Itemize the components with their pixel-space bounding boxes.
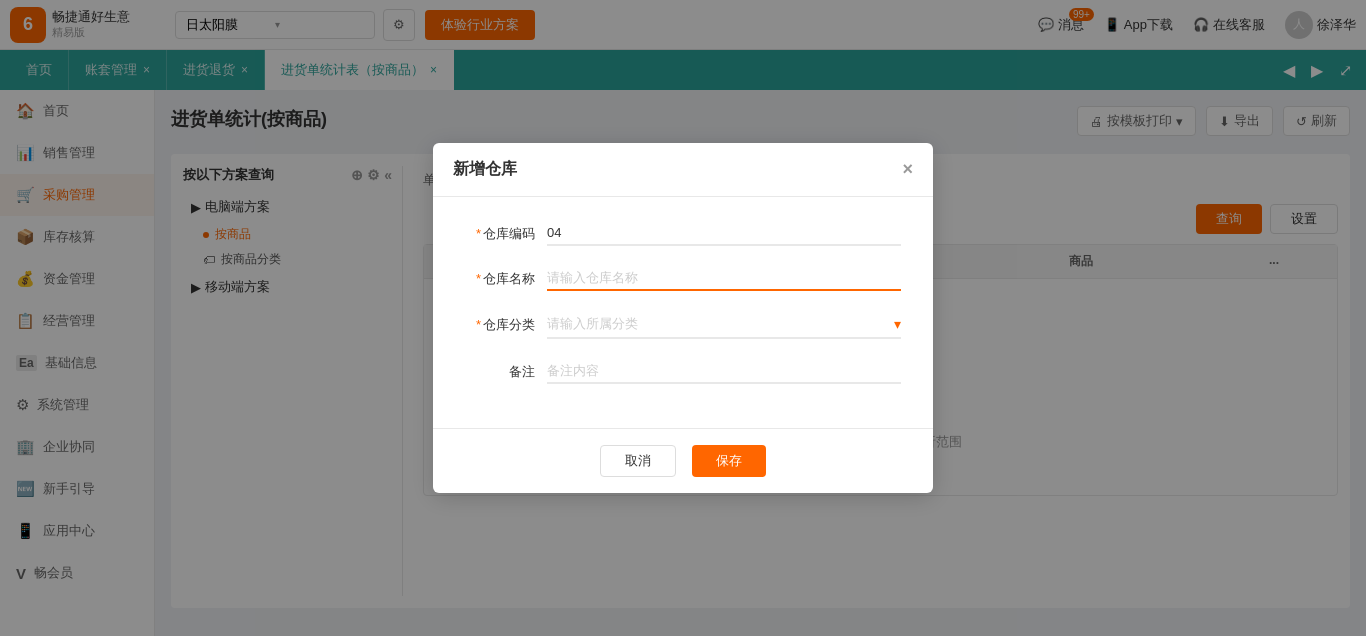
- dialog-close-button[interactable]: ×: [902, 159, 913, 180]
- input-remark[interactable]: [547, 359, 901, 384]
- select-arrow-icon: ▾: [894, 316, 901, 332]
- cancel-button[interactable]: 取消: [600, 445, 676, 477]
- label-code: 仓库编码: [465, 225, 535, 243]
- label-category: 仓库分类: [465, 316, 535, 334]
- dialog-header: 新增仓库 ×: [433, 143, 933, 197]
- input-name[interactable]: [547, 266, 901, 291]
- save-button[interactable]: 保存: [692, 445, 766, 477]
- modal-overlay[interactable]: 新增仓库 × 仓库编码 仓库名称 仓库分类 请输入所属分类 ▾: [0, 0, 1366, 636]
- dialog-footer: 取消 保存: [433, 428, 933, 493]
- input-code[interactable]: [547, 221, 901, 246]
- category-placeholder: 请输入所属分类: [547, 315, 638, 333]
- form-row-code: 仓库编码: [465, 221, 901, 246]
- dialog-title: 新增仓库: [453, 159, 517, 180]
- label-name: 仓库名称: [465, 270, 535, 288]
- add-warehouse-dialog: 新增仓库 × 仓库编码 仓库名称 仓库分类 请输入所属分类 ▾: [433, 143, 933, 493]
- form-row-remark: 备注: [465, 359, 901, 384]
- form-row-name: 仓库名称: [465, 266, 901, 291]
- label-remark: 备注: [465, 363, 535, 381]
- dialog-body: 仓库编码 仓库名称 仓库分类 请输入所属分类 ▾ 备注: [433, 197, 933, 428]
- form-row-category: 仓库分类 请输入所属分类 ▾: [465, 311, 901, 339]
- select-category[interactable]: 请输入所属分类 ▾: [547, 311, 901, 339]
